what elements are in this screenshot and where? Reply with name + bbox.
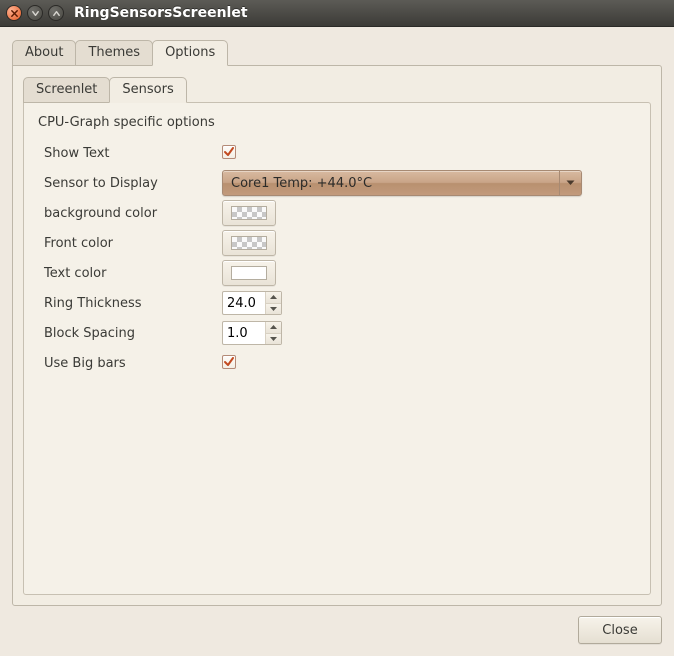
checkbox-show-text[interactable] — [222, 145, 236, 159]
window-buttons — [6, 5, 64, 21]
row-sensor: Sensor to Display Core1 Temp: +44.0°C — [38, 170, 636, 196]
tab-themes[interactable]: Themes — [75, 40, 153, 66]
chevron-up-icon — [270, 295, 277, 299]
color-swatch-icon — [231, 206, 267, 220]
chevron-down-icon — [270, 337, 277, 341]
spin-up-button[interactable] — [266, 322, 281, 334]
sub-tabs-row: Screenlet Sensors — [23, 76, 651, 102]
window-close-button[interactable] — [6, 5, 22, 21]
subtab-screenlet[interactable]: Screenlet — [23, 77, 110, 103]
label-sensor: Sensor to Display — [38, 176, 222, 191]
label-front-color: Front color — [38, 236, 222, 251]
label-show-text: Show Text — [38, 146, 222, 161]
window-title: RingSensorsScreenlet — [74, 5, 248, 21]
spin-down-button[interactable] — [266, 304, 281, 315]
colorbutton-text[interactable] — [222, 260, 276, 286]
row-bg-color: background color — [38, 200, 636, 226]
window-minimize-button[interactable] — [27, 5, 43, 21]
subtab-sensors[interactable]: Sensors — [109, 77, 186, 103]
colorbutton-front[interactable] — [222, 230, 276, 256]
check-icon — [223, 146, 235, 158]
options-subnotebook: Screenlet Sensors CPU-Graph specific opt… — [23, 76, 651, 595]
label-ring-thickness: Ring Thickness — [38, 296, 222, 311]
checkbox-big-bars[interactable] — [222, 355, 236, 369]
color-swatch-icon — [231, 266, 267, 280]
options-page: Screenlet Sensors CPU-Graph specific opt… — [12, 65, 662, 606]
window-maximize-button[interactable] — [48, 5, 64, 21]
chevron-down-icon — [559, 171, 581, 195]
color-swatch-icon — [231, 236, 267, 250]
tab-about[interactable]: About — [12, 40, 76, 66]
row-show-text: Show Text — [38, 140, 636, 166]
combo-sensor-value: Core1 Temp: +44.0°C — [223, 176, 559, 191]
spin-ring-thickness-input[interactable] — [223, 292, 265, 314]
window-body: About Themes Options Screenlet Sensors C… — [0, 27, 674, 656]
row-block-spacing: Block Spacing — [38, 320, 636, 346]
colorbutton-bg[interactable] — [222, 200, 276, 226]
main-tabs-row: About Themes Options — [12, 39, 662, 65]
chevron-down-icon — [270, 307, 277, 311]
row-ring-thickness: Ring Thickness — [38, 290, 636, 316]
spin-block-spacing[interactable] — [222, 321, 282, 345]
sensors-page: CPU-Graph specific options Show Text Sen… — [23, 102, 651, 595]
check-icon — [223, 356, 235, 368]
row-big-bars: Use Big bars — [38, 350, 636, 376]
label-big-bars: Use Big bars — [38, 356, 222, 371]
footer: Close — [12, 616, 662, 644]
tab-options[interactable]: Options — [152, 40, 228, 66]
chevron-up-icon — [270, 325, 277, 329]
label-bg-color: background color — [38, 206, 222, 221]
spin-ring-thickness[interactable] — [222, 291, 282, 315]
combo-sensor[interactable]: Core1 Temp: +44.0°C — [222, 170, 582, 196]
spin-block-spacing-input[interactable] — [223, 322, 265, 344]
main-notebook: About Themes Options Screenlet Sensors C… — [12, 39, 662, 606]
spin-up-button[interactable] — [266, 292, 281, 304]
titlebar: RingSensorsScreenlet — [0, 0, 674, 27]
row-text-color: Text color — [38, 260, 636, 286]
spin-down-button[interactable] — [266, 334, 281, 345]
row-front-color: Front color — [38, 230, 636, 256]
close-button[interactable]: Close — [578, 616, 662, 644]
label-block-spacing: Block Spacing — [38, 326, 222, 341]
section-title: CPU-Graph specific options — [38, 115, 636, 130]
label-text-color: Text color — [38, 266, 222, 281]
